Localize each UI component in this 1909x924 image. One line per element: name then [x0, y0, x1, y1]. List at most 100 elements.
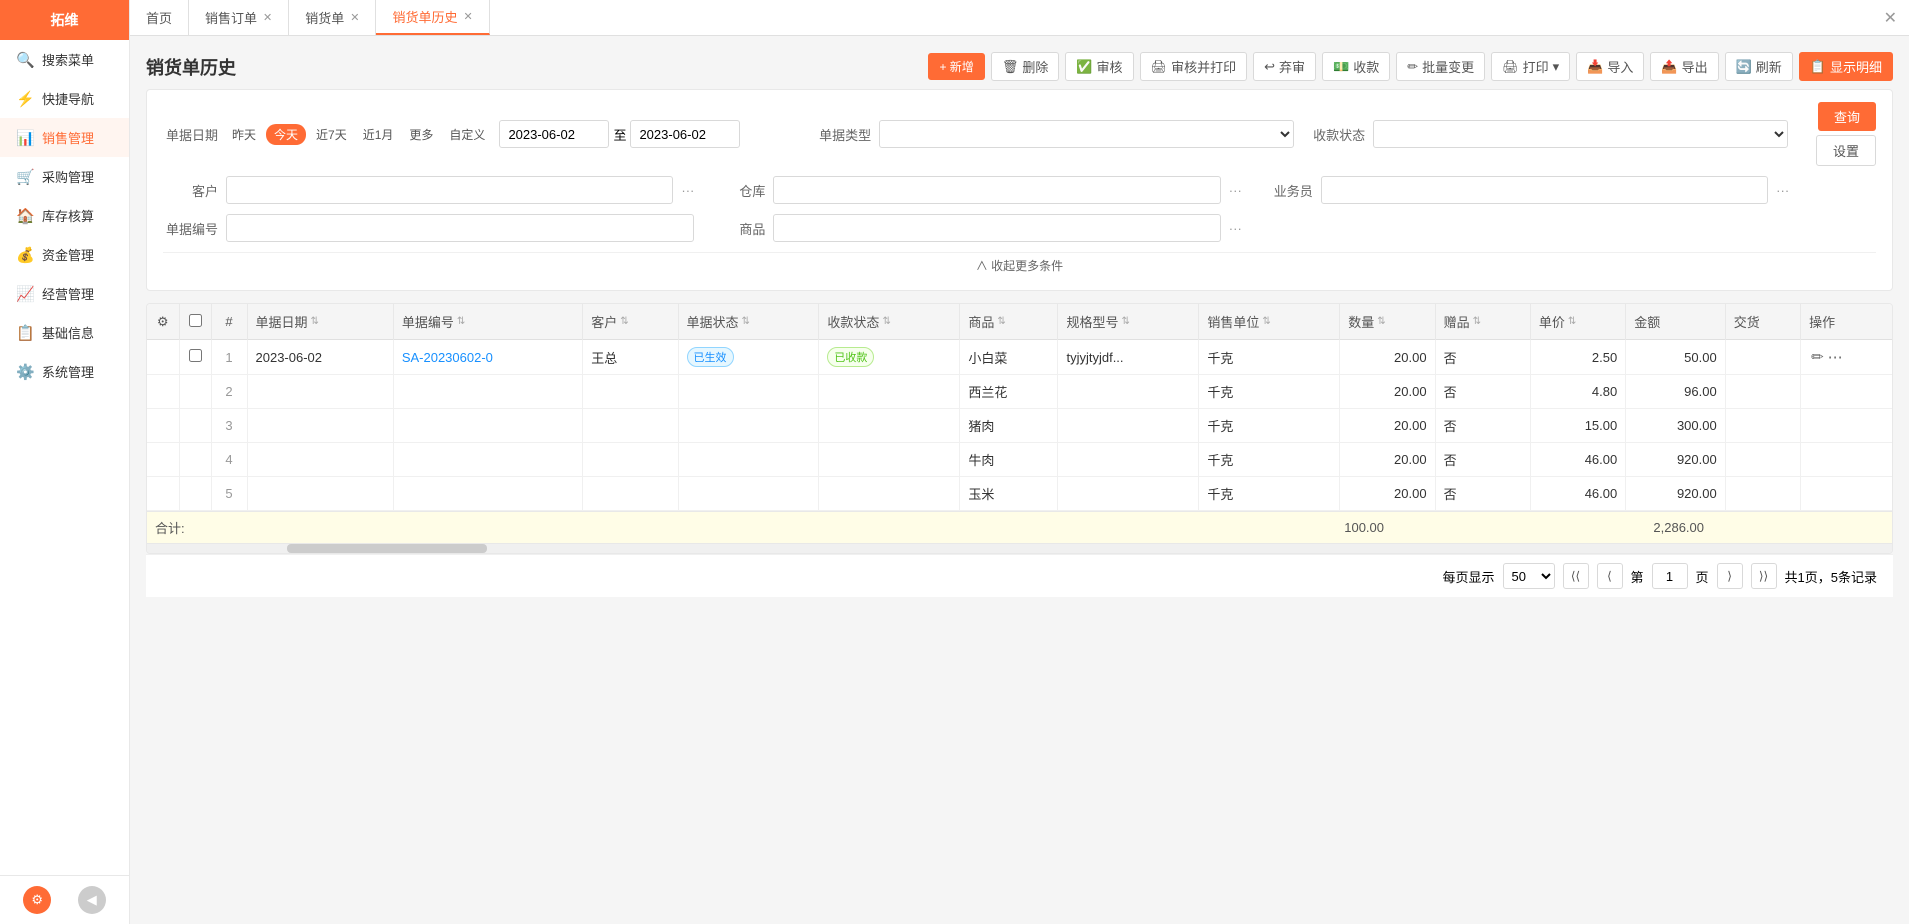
shortcut-1month[interactable]: 近1月: [357, 124, 400, 145]
sidebar-item-purchase-mgmt[interactable]: 🛒 采购管理: [0, 157, 129, 196]
sidebar-item-quick-nav[interactable]: ⚡ 快捷导航: [0, 79, 129, 118]
salesperson-more-icon[interactable]: ···: [1776, 183, 1789, 198]
th-qty[interactable]: 数量 ⇅: [1340, 304, 1435, 340]
shortcut-custom[interactable]: 自定义: [443, 124, 491, 145]
basic-info-icon: 📋: [16, 324, 34, 342]
customer-more-icon[interactable]: ···: [681, 183, 694, 198]
audit-print-button[interactable]: 🖨 审核并打印: [1140, 52, 1248, 81]
th-settings[interactable]: ⚙: [147, 304, 179, 340]
tab-close-sales-delivery[interactable]: ✕: [350, 11, 359, 24]
warehouse-more-icon[interactable]: ···: [1229, 183, 1242, 198]
tab-sales-order[interactable]: 销售订单 ✕: [189, 0, 289, 35]
date-to-input[interactable]: [630, 120, 740, 148]
goods-input[interactable]: [773, 214, 1220, 242]
table-header-row: ⚙ # 单据日期 ⇅ 单据编号: [147, 304, 1892, 340]
doc-status-badge: 已生效: [687, 347, 734, 367]
export-button[interactable]: 📤 导出: [1650, 52, 1718, 81]
th-spec[interactable]: 规格型号 ⇅: [1058, 304, 1199, 340]
sidebar-item-label: 快捷导航: [42, 89, 94, 108]
tab-close-sales-order[interactable]: ✕: [263, 11, 272, 24]
doc-no-input[interactable]: [226, 214, 694, 242]
warehouse-input[interactable]: [773, 176, 1220, 204]
horizontal-scrollbar[interactable]: [147, 543, 1892, 553]
th-trade: 交货: [1725, 304, 1800, 340]
shortcut-7days[interactable]: 近7天: [310, 124, 353, 145]
th-doc-status[interactable]: 单据状态 ⇅: [678, 304, 819, 340]
current-page-input[interactable]: [1652, 563, 1688, 589]
tab-close-sales-history[interactable]: ✕: [464, 10, 473, 23]
filter-customer: 客户 ···: [163, 176, 694, 204]
sidebar-item-finance[interactable]: 💰 资金管理: [0, 235, 129, 274]
sidebar-item-system-mgmt[interactable]: ⚙️ 系统管理: [0, 352, 129, 391]
td-gift: 否: [1435, 443, 1530, 477]
td-num: 3: [211, 409, 247, 443]
first-page-button[interactable]: ⟨⟨: [1563, 563, 1589, 589]
scrollbar-thumb[interactable]: [287, 544, 487, 553]
th-doc-date[interactable]: 单据日期 ⇅: [247, 304, 393, 340]
shortcut-today[interactable]: 今天: [266, 124, 306, 145]
sidebar-item-operations[interactable]: 📈 经营管理: [0, 274, 129, 313]
th-pay-status[interactable]: 收款状态 ⇅: [819, 304, 960, 340]
import-button[interactable]: 📥 导入: [1576, 52, 1644, 81]
next-page-button[interactable]: ⟩: [1717, 563, 1743, 589]
td-amount: 50.00: [1626, 340, 1725, 375]
th-gift[interactable]: 赠品 ⇅: [1435, 304, 1530, 340]
sidebar-item-sales-mgmt[interactable]: 📊 销售管理: [0, 118, 129, 157]
row-checkbox[interactable]: [189, 349, 202, 362]
sidebar-item-label: 经营管理: [42, 284, 94, 303]
collect-button[interactable]: 💵 收款: [1322, 52, 1390, 81]
tab-sales-history[interactable]: 销货单历史 ✕: [376, 0, 489, 35]
td-goods: 小白菜: [960, 340, 1058, 375]
tab-close-all[interactable]: ✕: [1872, 8, 1909, 28]
tab-sales-delivery[interactable]: 销货单 ✕: [289, 0, 376, 35]
tab-home[interactable]: 首页: [130, 0, 189, 35]
doc-no-link[interactable]: SA-20230602-0: [402, 350, 493, 365]
goods-more-icon[interactable]: ···: [1229, 221, 1242, 236]
th-customer[interactable]: 客户 ⇅: [583, 304, 678, 340]
delete-button[interactable]: 🗑 删除: [991, 52, 1060, 81]
filter-row-3: 单据编号 商品 ···: [163, 214, 1876, 242]
sidebar-item-basic-info[interactable]: 📋 基础信息: [0, 313, 129, 352]
sidebar-bottom-collapse[interactable]: ◀: [78, 886, 106, 914]
new-button[interactable]: + 新增: [928, 53, 984, 80]
td-doc-no: [393, 375, 582, 409]
show-detail-button[interactable]: 📋 显示明细: [1799, 52, 1893, 81]
audit-button[interactable]: ✅ 审核: [1065, 52, 1133, 81]
date-from-input[interactable]: [499, 120, 609, 148]
pay-status-select[interactable]: [1373, 120, 1788, 148]
td-actions: [1801, 477, 1892, 511]
td-checkbox: [179, 477, 211, 511]
td-num: 4: [211, 443, 247, 477]
td-qty: 20.00: [1340, 477, 1435, 511]
select-all-checkbox[interactable]: [189, 314, 202, 327]
last-page-button[interactable]: ⟩⟩: [1751, 563, 1777, 589]
th-unit[interactable]: 销售单位 ⇅: [1199, 304, 1340, 340]
refresh-button[interactable]: 🔄 刷新: [1725, 52, 1793, 81]
sidebar-item-label: 搜索菜单: [42, 50, 94, 69]
page-size-select[interactable]: 50 20 100 200: [1503, 563, 1555, 589]
collapse-button[interactable]: ∧ 收起更多条件: [163, 252, 1876, 278]
salesperson-input[interactable]: [1321, 176, 1768, 204]
doc-type-select[interactable]: [879, 120, 1294, 148]
edit-action-icon[interactable]: ✏: [1811, 349, 1824, 366]
batch-change-button[interactable]: ✏ 批量变更: [1396, 52, 1485, 81]
print-button[interactable]: 🖨 打印 ▾: [1491, 52, 1570, 81]
filter-settings-button[interactable]: 设置: [1816, 135, 1876, 166]
discard-button[interactable]: ↩ 弃审: [1253, 52, 1316, 81]
page-content: 销货单历史 + 新增 🗑 删除 ✅ 审核 🖨 审核并打印 ↩ 弃审: [130, 36, 1909, 924]
customer-input[interactable]: [226, 176, 673, 204]
th-doc-no[interactable]: 单据编号 ⇅: [393, 304, 582, 340]
sidebar-item-inventory[interactable]: 🏠 库存核算: [0, 196, 129, 235]
sidebar-bottom-settings[interactable]: ⚙: [23, 886, 51, 914]
td-price: 46.00: [1530, 443, 1625, 477]
th-price[interactable]: 单价 ⇅: [1530, 304, 1625, 340]
th-goods[interactable]: 商品 ⇅: [960, 304, 1058, 340]
sidebar-item-search-menu[interactable]: 🔍 搜索菜单: [0, 40, 129, 79]
query-button[interactable]: 查询: [1818, 102, 1876, 131]
prev-page-button[interactable]: ⟨: [1597, 563, 1623, 589]
operations-icon: 📈: [16, 285, 34, 303]
shortcut-yesterday[interactable]: 昨天: [226, 124, 262, 145]
sort-spec-icon: ⇅: [1121, 316, 1129, 327]
shortcut-more[interactable]: 更多: [403, 124, 439, 145]
more-action-icon[interactable]: ⋯: [1828, 349, 1843, 366]
